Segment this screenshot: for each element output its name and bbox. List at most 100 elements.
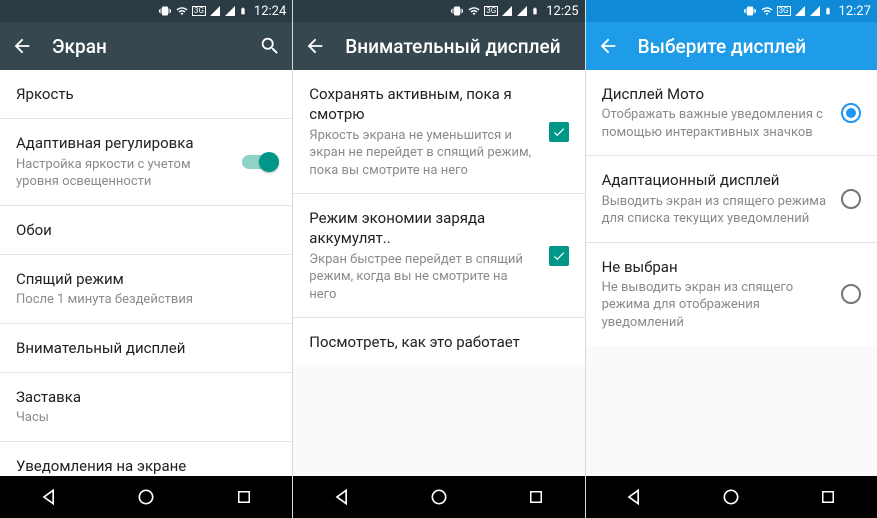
status-icons: 3G xyxy=(158,4,247,18)
row-label: Внимательный дисплей xyxy=(16,338,276,358)
search-icon xyxy=(259,35,281,57)
row-adaptive-brightness[interactable]: Адаптивная регулировка Настройка яркости … xyxy=(0,119,292,205)
none-radio[interactable] xyxy=(841,284,861,304)
nav-recent[interactable] xyxy=(214,476,274,518)
navigation-bar xyxy=(0,476,292,518)
page-title: Внимательный дисплей xyxy=(345,35,574,58)
app-bar: Экран xyxy=(0,22,292,70)
row-sub: Выводить экран из спящего режима для спи… xyxy=(602,193,829,228)
phone-screen-1: 3G 12:24 Экран Яркость Адаптивная регули… xyxy=(0,0,292,518)
row-sub: Не выводить экран из спящего режима для … xyxy=(602,279,829,332)
signal-icon-1 xyxy=(501,5,513,17)
arrow-back-icon xyxy=(11,35,33,57)
nav-back[interactable] xyxy=(312,476,372,518)
moto-display-radio[interactable] xyxy=(841,103,861,123)
clock: 12:27 xyxy=(839,4,871,19)
nav-back[interactable] xyxy=(19,476,79,518)
stay-active-checkbox[interactable] xyxy=(549,122,569,142)
nav-back[interactable] xyxy=(604,476,664,518)
wifi-icon xyxy=(467,5,481,17)
row-demo[interactable]: Посмотреть, как это работает xyxy=(293,318,584,366)
row-label: Дисплей Мото xyxy=(602,84,829,104)
row-moto-display[interactable]: Дисплей МотоОтображать важные уведомлени… xyxy=(586,70,877,156)
row-screensaver[interactable]: Заставка Часы xyxy=(0,373,292,442)
row-sub: Настройка яркости с учетом уровня освеще… xyxy=(16,156,230,191)
row-attentive-display[interactable]: Внимательный дисплей xyxy=(0,324,292,373)
row-label: Адаптивная регулировка xyxy=(16,133,230,153)
row-label: Не выбран xyxy=(602,257,829,277)
check-icon xyxy=(552,249,566,263)
wifi-icon xyxy=(175,5,189,17)
signal-icon-2 xyxy=(809,5,821,17)
row-sub: Яркость экрана не уменьшится и экран не … xyxy=(309,127,536,180)
triangle-back-icon xyxy=(332,487,352,507)
row-label: Посмотреть, как это работает xyxy=(309,332,568,352)
page-title: Экран xyxy=(52,35,258,58)
row-label: Режим экономии заряда аккумулят.. xyxy=(309,208,536,249)
triangle-back-icon xyxy=(39,487,59,507)
clock: 12:24 xyxy=(254,4,286,19)
battery-saver-checkbox[interactable] xyxy=(549,246,569,266)
row-brightness[interactable]: Яркость xyxy=(0,70,292,119)
arrow-back-icon xyxy=(597,35,619,57)
circle-home-icon xyxy=(429,487,449,507)
status-icons: 3G xyxy=(743,4,832,18)
triangle-back-icon xyxy=(624,487,644,507)
nav-home[interactable] xyxy=(409,476,469,518)
row-stay-active[interactable]: Сохранять активным, пока я смотрюЯркость… xyxy=(293,70,584,194)
back-button[interactable] xyxy=(596,34,620,58)
signal-icon-1 xyxy=(209,5,221,17)
settings-list[interactable]: Дисплей МотоОтображать важные уведомлени… xyxy=(586,70,877,476)
network-badge: 3G xyxy=(192,6,206,16)
clock: 12:25 xyxy=(546,4,578,19)
row-label: Обои xyxy=(16,220,276,240)
row-sub: Отображать важные уведомления с помощью … xyxy=(602,106,829,141)
row-none[interactable]: Не выбранНе выводить экран из спящего ре… xyxy=(586,243,877,346)
row-label: Заставка xyxy=(16,387,276,407)
nav-home[interactable] xyxy=(701,476,761,518)
row-battery-saver[interactable]: Режим экономии заряда аккумулят..Экран б… xyxy=(293,194,584,318)
status-icons: 3G xyxy=(450,4,539,18)
row-sub: Экран быстрее перейдет в спящий режим, к… xyxy=(309,251,536,304)
circle-home-icon xyxy=(721,487,741,507)
vibrate-icon xyxy=(450,5,464,17)
row-label: Сохранять активным, пока я смотрю xyxy=(309,84,536,125)
vibrate-icon xyxy=(743,5,757,17)
adaptive-switch[interactable] xyxy=(242,155,276,169)
battery-icon xyxy=(239,4,247,18)
row-sub: Часы xyxy=(16,409,276,427)
square-recent-icon xyxy=(235,488,253,506)
navigation-bar xyxy=(586,476,877,518)
nav-recent[interactable] xyxy=(506,476,566,518)
vibrate-icon xyxy=(158,5,172,17)
nav-home[interactable] xyxy=(116,476,176,518)
arrow-back-icon xyxy=(304,35,326,57)
app-bar: Внимательный дисплей xyxy=(293,22,584,70)
status-bar: 3G 12:25 xyxy=(293,0,584,22)
settings-list[interactable]: Сохранять активным, пока я смотрюЯркость… xyxy=(293,70,584,476)
signal-icon-1 xyxy=(794,5,806,17)
check-icon xyxy=(552,125,566,139)
battery-icon xyxy=(824,4,832,18)
row-label: Уведомления на экране xyxy=(16,456,276,476)
square-recent-icon xyxy=(527,488,545,506)
search-button[interactable] xyxy=(258,34,282,58)
row-label: Спящий режим xyxy=(16,269,276,289)
network-badge: 3G xyxy=(484,6,498,16)
adaptive-display-radio[interactable] xyxy=(841,189,861,209)
back-button[interactable] xyxy=(303,34,327,58)
row-lock-notifications[interactable]: Уведомления на экране xyxy=(0,442,292,476)
wifi-icon xyxy=(760,5,774,17)
back-button[interactable] xyxy=(10,34,34,58)
row-sleep[interactable]: Спящий режимПосле 1 минута бездействия xyxy=(0,255,292,324)
row-label: Яркость xyxy=(16,84,276,104)
square-recent-icon xyxy=(819,488,837,506)
row-adaptive-display[interactable]: Адаптационный дисплей Выводить экран из с… xyxy=(586,156,877,242)
row-wallpaper[interactable]: Обои xyxy=(0,206,292,255)
row-label: Адаптационный дисплей xyxy=(602,170,829,190)
signal-icon-2 xyxy=(516,5,528,17)
nav-recent[interactable] xyxy=(798,476,858,518)
settings-list[interactable]: Яркость Адаптивная регулировка Настройка … xyxy=(0,70,292,476)
phone-screen-2: 3G 12:25 Внимательный дисплей Сохранять … xyxy=(292,0,584,518)
app-bar: Выберите дисплей xyxy=(586,22,877,70)
